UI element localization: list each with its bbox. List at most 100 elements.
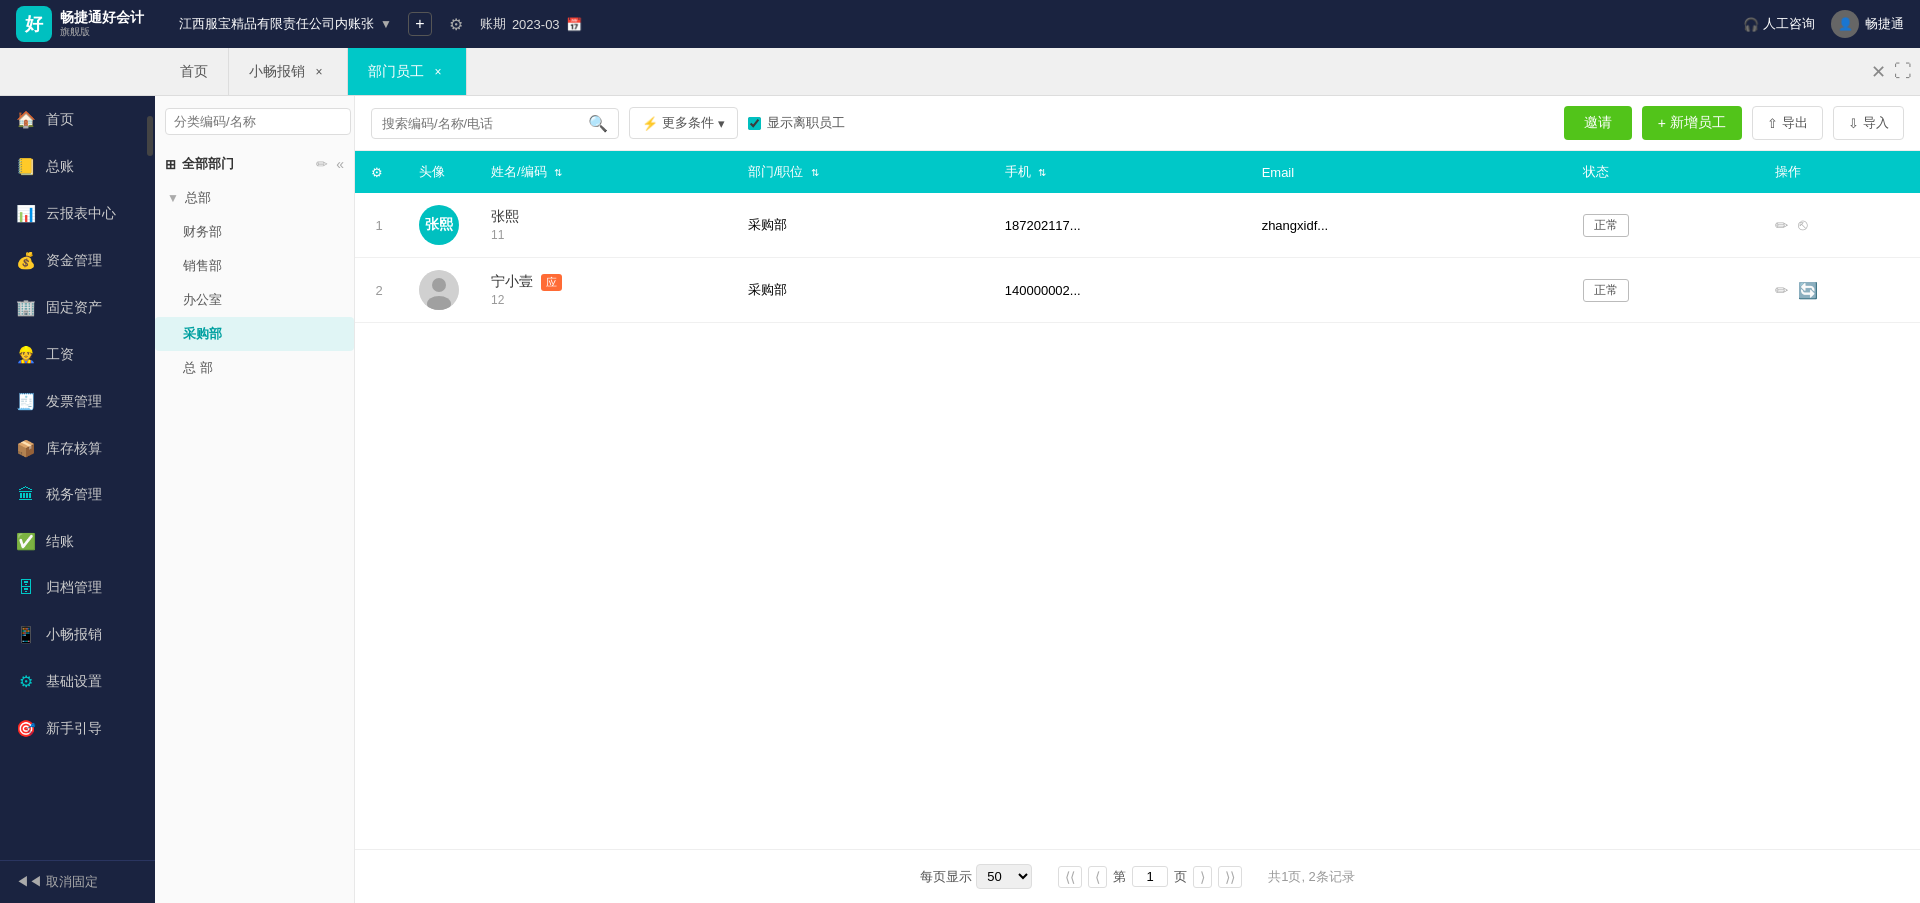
dept-label: 采购部 — [183, 325, 222, 343]
table-row: 1 张熙 张熙 11 采购部 187202117... — [355, 193, 1920, 258]
row-status-2: 正常 — [1567, 258, 1760, 323]
tab-bar-actions: ✕ ⛶ — [1871, 48, 1920, 95]
headset-icon: 🎧 — [1743, 17, 1759, 32]
dept-item-purchasing[interactable]: 采购部 — [155, 317, 354, 351]
dept-label: 总部 — [185, 189, 211, 207]
checkout-icon: ✅ — [16, 532, 36, 551]
edit-button-2[interactable]: ✏ — [1775, 281, 1788, 300]
col-settings[interactable]: ⚙ — [355, 151, 403, 193]
plus-icon: + — [1658, 115, 1666, 131]
sort-dept-icon: ⇅ — [811, 167, 819, 178]
delete-button-2[interactable]: 🔄 — [1798, 281, 1818, 300]
tab-home[interactable]: 首页 — [160, 48, 229, 95]
row-actions-2: ✏ 🔄 — [1759, 258, 1920, 323]
invite-button[interactable]: 邀请 — [1564, 106, 1632, 140]
tab-bar: 首页 小畅报销 × 部门员工 × ✕ ⛶ — [0, 48, 1920, 96]
nav-item-invoice[interactable]: 🧾 发票管理 — [0, 378, 155, 425]
per-page-select[interactable]: 50 10 20 100 — [976, 864, 1032, 889]
row-name-1: 张熙 11 — [475, 193, 732, 258]
col-phone[interactable]: 手机 ⇅ — [989, 151, 1246, 193]
nav-unpin-button[interactable]: ◀◀ 取消固定 — [0, 860, 155, 903]
tax-icon: 🏛 — [16, 486, 36, 504]
page-unit: 页 — [1174, 868, 1187, 886]
tab-xiaochang-expense[interactable]: 小畅报销 × — [229, 48, 348, 95]
nav-item-inventory[interactable]: 📦 库存核算 — [0, 425, 155, 472]
nav-item-ledger[interactable]: 📒 总账 — [0, 143, 155, 190]
employee-tag-2: 应 — [541, 274, 562, 291]
dept-edit-button[interactable]: ✏ — [316, 156, 328, 172]
dept-header: ⊞ 全部部门 ✏ « — [155, 147, 354, 181]
page-prefix: 第 — [1113, 868, 1126, 886]
tab-dept-close[interactable]: × — [430, 64, 446, 80]
ai-consult-button[interactable]: 🎧 人工咨询 — [1743, 15, 1815, 33]
period-value: 2023-03 — [512, 17, 560, 32]
user-info[interactable]: 👤 畅捷通 — [1831, 10, 1904, 38]
nav-label-settings: 基础设置 — [46, 673, 102, 691]
nav-item-reports[interactable]: 📊 云报表中心 — [0, 190, 155, 237]
employee-name-2: 宁小壹 应 — [491, 273, 716, 291]
nav-item-archive[interactable]: 🗄 归档管理 — [0, 565, 155, 611]
nav-item-capital[interactable]: 💰 资金管理 — [0, 237, 155, 284]
row-phone-1: 187202117... — [989, 193, 1246, 258]
first-page-button[interactable]: ⟨⟨ — [1058, 866, 1082, 888]
add-employee-button[interactable]: + 新增员工 — [1642, 106, 1742, 140]
row-avatar-2 — [403, 258, 475, 323]
nav-item-settings[interactable]: ⚙ 基础设置 — [0, 658, 155, 705]
search-magnifier-icon[interactable]: 🔍 — [588, 114, 608, 133]
nav-item-home[interactable]: 🏠 首页 — [0, 96, 155, 143]
status-badge-1: 正常 — [1583, 214, 1629, 237]
salary-icon: 👷 — [16, 345, 36, 364]
nav-label-expense: 小畅报销 — [46, 626, 102, 644]
dept-collapse-button[interactable]: « — [336, 156, 344, 172]
show-resigned-checkbox-label[interactable]: 显示离职员工 — [748, 114, 845, 132]
dept-item-general-hq[interactable]: 总 部 — [155, 351, 354, 385]
last-page-button[interactable]: ⟩⟩ — [1218, 866, 1242, 888]
dept-item-office[interactable]: 办公室 — [155, 283, 354, 317]
edit-button-1[interactable]: ✏ — [1775, 216, 1788, 235]
header-actions: 🎧 人工咨询 👤 畅捷通 — [1743, 10, 1904, 38]
tab-xiaochang-close[interactable]: × — [311, 64, 327, 80]
export-button[interactable]: ⇧ 导出 — [1752, 106, 1823, 140]
expand-tabs-button[interactable]: ⛶ — [1894, 61, 1912, 82]
page-number-input[interactable] — [1132, 866, 1168, 887]
prev-page-button[interactable]: ⟨ — [1088, 866, 1107, 888]
scrollbar[interactable] — [147, 116, 153, 156]
logout-button-1[interactable]: ⎋ — [1798, 216, 1808, 235]
row-phone-2: 140000002... — [989, 258, 1246, 323]
settings-button[interactable]: ⚙ — [444, 12, 468, 36]
page-navigation: ⟨⟨ ⟨ 第 页 ⟩ ⟩⟩ — [1058, 866, 1242, 888]
dept-item-finance[interactable]: 财务部 — [155, 215, 354, 249]
col-name[interactable]: 姓名/编码 ⇅ — [475, 151, 732, 193]
nav-label-salary: 工资 — [46, 346, 74, 364]
dept-item-sales[interactable]: 销售部 — [155, 249, 354, 283]
nav-label-tax: 税务管理 — [46, 486, 102, 504]
import-button[interactable]: ⇩ 导入 — [1833, 106, 1904, 140]
employee-code-2: 12 — [491, 293, 716, 307]
calendar-icon[interactable]: 📅 — [566, 17, 582, 32]
dept-item-headquarters[interactable]: ▼ 总部 — [155, 181, 354, 215]
dept-search-input[interactable] — [165, 108, 351, 135]
show-resigned-checkbox[interactable] — [748, 117, 761, 130]
employee-search-input[interactable] — [382, 116, 582, 131]
dept-search-area: 🔍 — [155, 96, 354, 147]
toolbar-right: 邀请 + 新增员工 ⇧ 导出 ⇩ 导入 — [1564, 106, 1904, 140]
inventory-icon: 📦 — [16, 439, 36, 458]
nav-item-expense[interactable]: 📱 小畅报销 — [0, 611, 155, 658]
more-conditions-button[interactable]: ⚡ 更多条件 ▾ — [629, 107, 738, 139]
phone-value-1: 187202117... — [1005, 218, 1081, 233]
row-email-1: zhangxidf... — [1246, 193, 1567, 258]
row-index-2: 2 — [355, 258, 403, 323]
nav-item-checkout[interactable]: ✅ 结账 — [0, 518, 155, 565]
close-all-tabs-button[interactable]: ✕ — [1871, 61, 1886, 83]
add-tab-button[interactable]: + — [408, 12, 432, 36]
nav-item-salary[interactable]: 👷 工资 — [0, 331, 155, 378]
nav-item-assets[interactable]: 🏢 固定资产 — [0, 284, 155, 331]
nav-item-guide[interactable]: 🎯 新手引导 — [0, 705, 155, 752]
tab-department-employee[interactable]: 部门员工 × — [348, 48, 467, 95]
next-page-button[interactable]: ⟩ — [1193, 866, 1212, 888]
svg-point-1 — [432, 278, 446, 292]
company-selector[interactable]: 江西服宝精品有限责任公司内账张 ▼ — [179, 15, 392, 33]
nav-item-tax[interactable]: 🏛 税务管理 — [0, 472, 155, 518]
col-dept[interactable]: 部门/职位 ⇅ — [732, 151, 989, 193]
dept-label: 销售部 — [183, 257, 222, 275]
